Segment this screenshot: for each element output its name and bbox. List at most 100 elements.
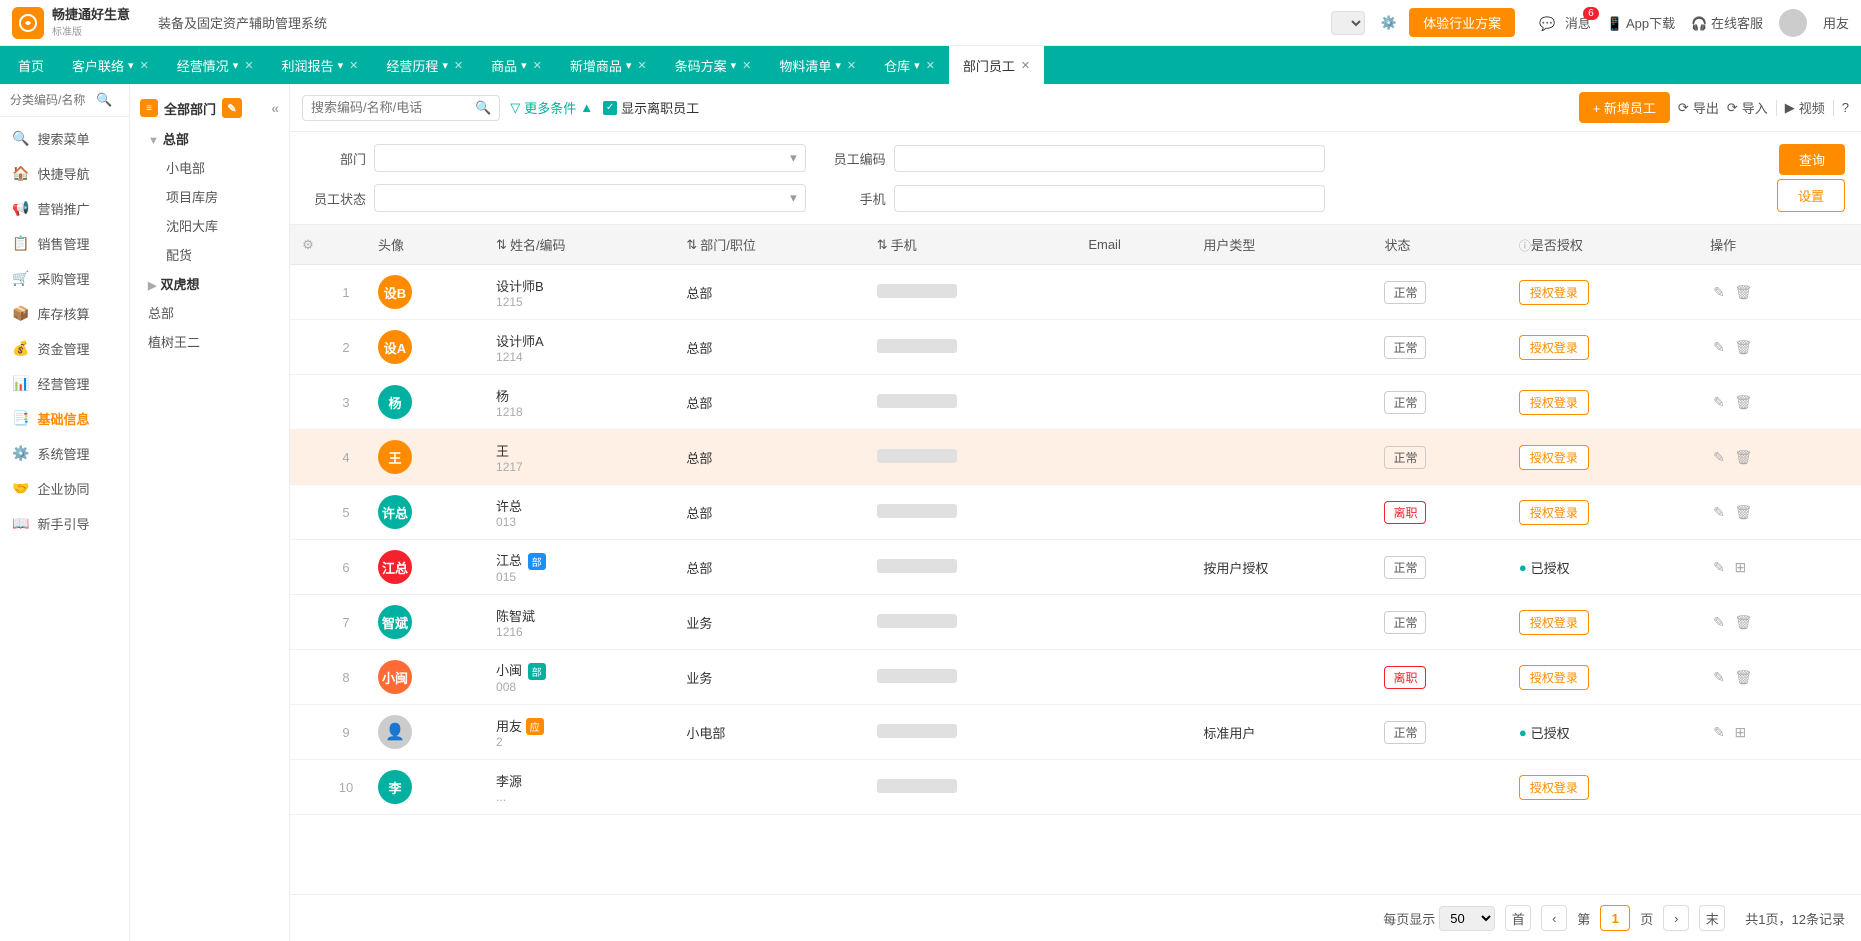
sidebar-item-finance[interactable]: 💰 资金管理 [0, 331, 129, 366]
tab-customer[interactable]: 客户联络 ▾✕ [58, 46, 163, 84]
dept-node-shuanghu[interactable]: ▶双虎想 [138, 269, 289, 298]
edit-btn[interactable]: ✎ [1713, 669, 1725, 685]
app-download[interactable]: 📱 App下载 [1607, 13, 1675, 32]
next-page-btn[interactable]: › [1663, 905, 1689, 931]
dept-all-label[interactable]: 全部部门 [164, 99, 216, 118]
dept-node-zongbu2[interactable]: 总部 [138, 298, 289, 327]
prev-page-btn[interactable]: ‹ [1541, 905, 1567, 931]
tab-department[interactable]: 部门员工 ✕ [949, 46, 1044, 84]
tab-profit[interactable]: 利润报告 ▾✕ [268, 46, 373, 84]
sidebar-item-quicknav[interactable]: 🏠 快捷导航 [0, 156, 129, 191]
tab-add-goods[interactable]: 新增商品 ▾✕ [556, 46, 661, 84]
sidebar-item-collab[interactable]: 🤝 企业协同 [0, 471, 129, 506]
import-btn[interactable]: ⟳ 导入 [1727, 98, 1768, 117]
more-filter-btn[interactable]: ▽ 更多条件 ▲ [510, 98, 593, 117]
filter-empcode-input[interactable] [894, 145, 1326, 172]
first-page-btn[interactable]: 首 [1505, 905, 1531, 931]
export-btn[interactable]: ⟳ 导出 [1678, 98, 1719, 117]
edit-btn[interactable]: ✎ [1713, 339, 1725, 355]
dept-collapse-btn[interactable]: « [271, 100, 279, 116]
dept-node-zhishu[interactable]: 植树王二 [138, 327, 289, 356]
auth-btn[interactable]: 授权登录 [1519, 610, 1589, 635]
copy-btn[interactable]: ⊞ [1734, 559, 1746, 575]
search-input[interactable] [311, 100, 471, 115]
edit-btn[interactable]: ✎ [1713, 504, 1725, 520]
col-dept-sort[interactable]: ⇅部门/职位 [686, 235, 852, 254]
show-resigned-checkbox[interactable]: ✓ [603, 101, 617, 115]
filter-status-select[interactable]: ▾ [374, 184, 806, 212]
help-btn[interactable]: ? [1842, 100, 1849, 115]
dept-node-xiaodiandept[interactable]: 小电部 [156, 153, 289, 182]
user-avatar[interactable] [1779, 9, 1807, 37]
auth-btn[interactable]: 授权登录 [1519, 500, 1589, 525]
edit-btn[interactable]: ✎ [1713, 394, 1725, 410]
auth-btn[interactable]: 授权登录 [1519, 665, 1589, 690]
reset-btn[interactable]: 设置 [1777, 179, 1845, 212]
tab-barcode[interactable]: 条码方案 ▾✕ [661, 46, 766, 84]
pagination: 每页显示 50 100 200 首 ‹ 第 1 页 › 末 共1页，12条记录 [290, 894, 1861, 941]
delete-btn[interactable]: 🗑 [1734, 394, 1752, 410]
system-select[interactable] [1331, 11, 1365, 35]
view-btn[interactable]: ▶ 视频 [1785, 98, 1825, 117]
col-phone-sort[interactable]: ⇅手机 [877, 235, 1065, 254]
add-employee-btn[interactable]: + 新增员工 [1579, 92, 1670, 123]
tab-history[interactable]: 经营历程 ▾✕ [372, 46, 477, 84]
try-btn[interactable]: 体验行业方案 [1409, 8, 1515, 37]
sidebar-item-system[interactable]: ⚙️ 系统管理 [0, 436, 129, 471]
filter-phone-input[interactable] [894, 185, 1326, 212]
edit-btn[interactable]: ✎ [1713, 559, 1725, 575]
tab-operation[interactable]: 经营情况 ▾✕ [163, 46, 268, 84]
last-page-btn[interactable]: 末 [1699, 905, 1725, 931]
sidebar-item-search[interactable]: 🔍 搜索菜单 [0, 121, 129, 156]
message-area[interactable]: 💬 6 消息 [1539, 13, 1591, 32]
dept-badge-green: 部 [528, 663, 546, 680]
auth-btn[interactable]: 授权登录 [1519, 390, 1589, 415]
delete-btn[interactable]: 🗑 [1734, 339, 1752, 355]
auth-btn[interactable]: 授权登录 [1519, 775, 1589, 800]
tab-warehouse[interactable]: 仓库 ▾✕ [870, 46, 949, 84]
sidebar-item-basic[interactable]: 📑 基础信息 [0, 401, 129, 436]
sidebar-search-icon[interactable]: 🔍 [96, 92, 112, 108]
sidebar-search-input[interactable] [10, 93, 90, 107]
delete-btn[interactable]: 🗑 [1734, 669, 1752, 685]
tab-goods[interactable]: 商品 ▾✕ [477, 46, 556, 84]
dept-edit-icon[interactable]: ✎ [222, 98, 242, 118]
info-icon[interactable]: ⓘ [1519, 239, 1531, 253]
sidebar-item-marketing[interactable]: 📢 营销推广 [0, 191, 129, 226]
edit-btn[interactable]: ✎ [1713, 449, 1725, 465]
query-btn[interactable]: 查询 [1779, 144, 1845, 175]
edit-btn[interactable]: ✎ [1713, 614, 1725, 630]
auth-btn[interactable]: 授权登录 [1519, 280, 1589, 305]
sidebar-item-inventory[interactable]: 📦 库存核算 [0, 296, 129, 331]
sort-icon-dept: ⇅ [686, 237, 697, 253]
copy-btn[interactable]: ⊞ [1734, 724, 1746, 740]
sidebar-item-purchase[interactable]: 🛒 采购管理 [0, 261, 129, 296]
delete-btn[interactable]: 🗑 [1734, 449, 1752, 465]
edit-btn[interactable]: ✎ [1713, 284, 1725, 300]
dept-node-peihuo[interactable]: 配货 [156, 240, 289, 269]
col-name[interactable]: ⇅姓名/编码 [484, 225, 674, 265]
sidebar-item-guide[interactable]: 📖 新手引导 [0, 506, 129, 541]
dept-node-xiangku[interactable]: 项目库房 [156, 182, 289, 211]
online-service[interactable]: 🎧 在线客服 [1691, 13, 1763, 32]
delete-btn[interactable]: 🗑 [1734, 284, 1752, 300]
filter-dept-select[interactable]: ▾ [374, 144, 806, 172]
delete-btn[interactable]: 🗑 [1734, 504, 1752, 520]
sidebar-item-sales[interactable]: 📋 销售管理 [0, 226, 129, 261]
col-name-sort[interactable]: ⇅姓名/编码 [496, 235, 662, 254]
tab-home[interactable]: 首页 [4, 46, 58, 84]
col-phone[interactable]: ⇅手机 [865, 225, 1077, 265]
auth-btn[interactable]: 授权登录 [1519, 445, 1589, 470]
per-page-select[interactable]: 50 100 200 [1439, 906, 1495, 931]
gear-button[interactable]: ⚙️ [1381, 15, 1397, 31]
sidebar-item-operation[interactable]: 📊 经营管理 [0, 366, 129, 401]
dept-node-zongbu-group[interactable]: ▼总部 [138, 124, 289, 153]
delete-btn[interactable]: 🗑 [1734, 614, 1752, 630]
col-dept[interactable]: ⇅部门/职位 [674, 225, 864, 265]
tab-bom[interactable]: 物料清单 ▾✕ [765, 46, 870, 84]
col-settings[interactable]: ⚙ [290, 225, 326, 265]
cell-dept: 总部 [674, 430, 864, 485]
auth-btn[interactable]: 授权登录 [1519, 335, 1589, 360]
edit-btn[interactable]: ✎ [1713, 724, 1725, 740]
dept-node-shenyang[interactable]: 沈阳大库 [156, 211, 289, 240]
